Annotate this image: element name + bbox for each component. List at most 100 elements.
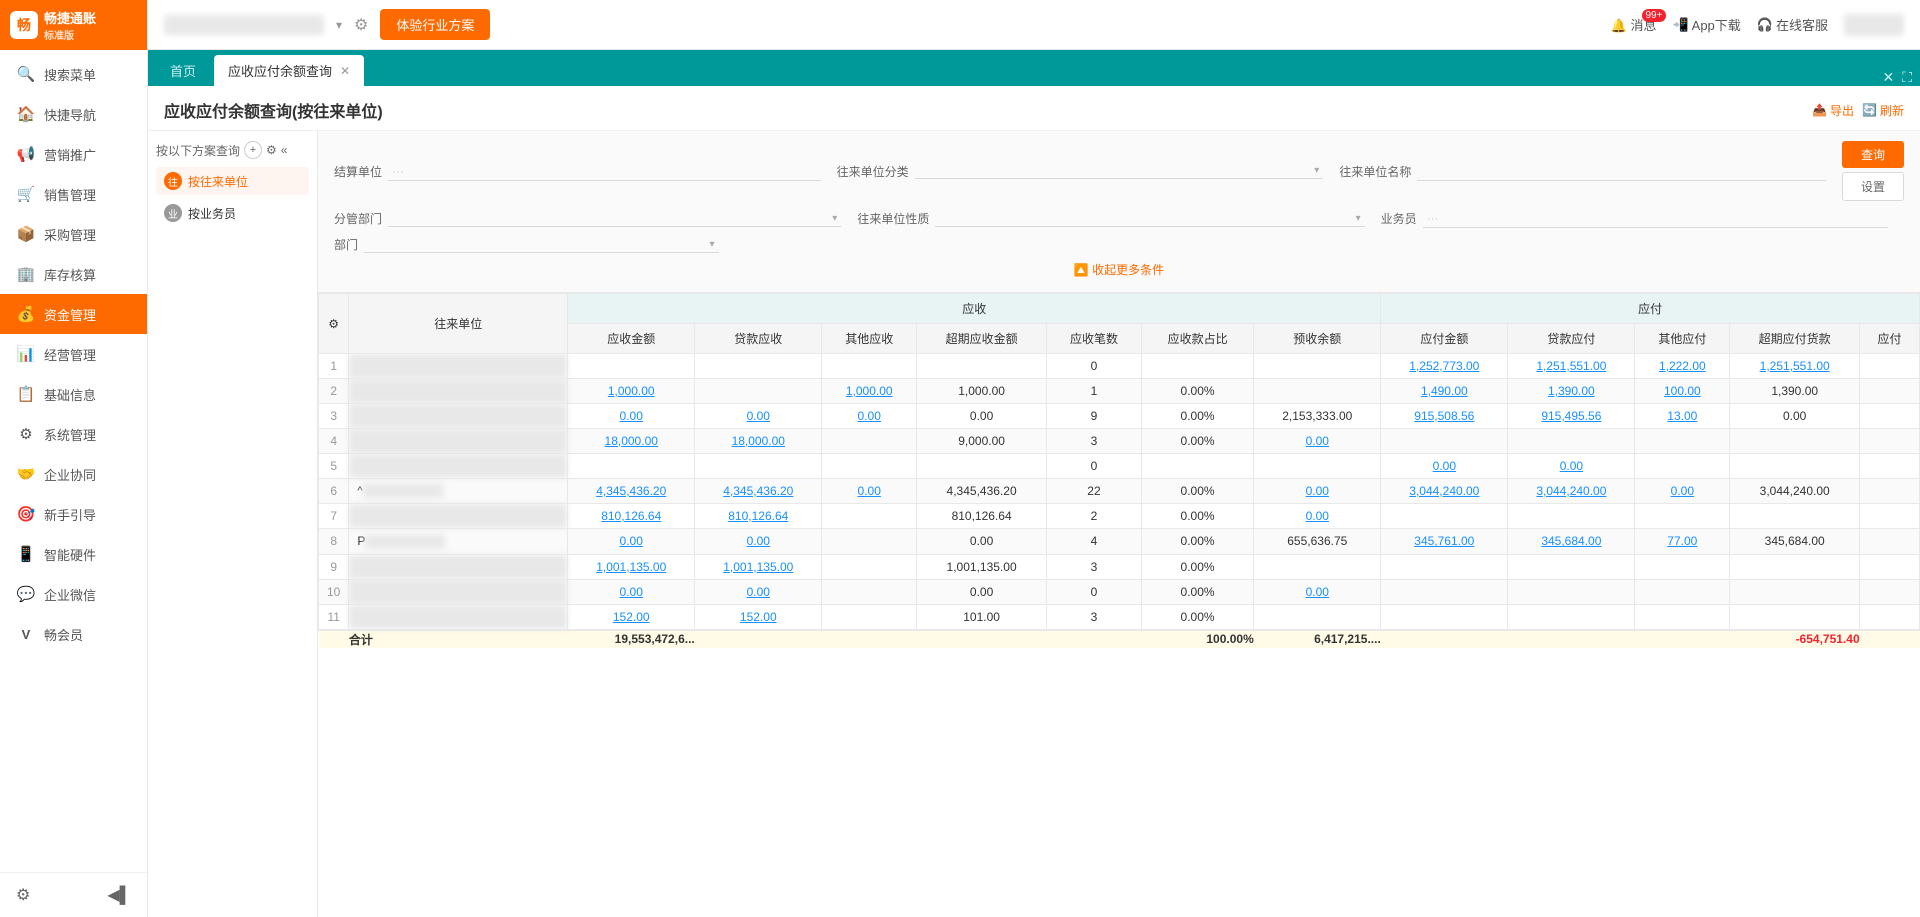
table-row: 8 P 0.00 0.00 0.00 4 0.00% 655,636.75 xyxy=(319,529,1920,555)
sidebar-item-search-menu[interactable]: 🔍 搜索菜单 xyxy=(0,54,147,94)
settings-button[interactable]: 设置 xyxy=(1842,172,1904,201)
th-ar-ratio: 应收款占比 xyxy=(1141,324,1253,354)
collapse-more-btn[interactable]: 🔼 收起更多条件 xyxy=(334,257,1904,282)
sidebar-item-enterprise[interactable]: 🤝 企业协同 xyxy=(0,454,147,494)
footer-ar-prepay: 6,417,215.... xyxy=(1254,630,1381,648)
data-table: ⚙ 往来单位 应收 应付 应收金额 贷款应收 其他应收 xyxy=(318,293,1920,648)
export-button[interactable]: 📤 导出 xyxy=(1812,102,1854,119)
th-receivable-group: 应收 xyxy=(568,294,1381,324)
action-buttons: 查询 设置 xyxy=(1842,141,1904,201)
page-content: 应收应付余额查询(按往来单位) 📤 导出 🔄 刷新 xyxy=(148,86,1920,917)
filter-dept: 分管部门 ▾ xyxy=(334,210,841,227)
sidebar-item-smart-hw[interactable]: 📱 智能硬件 xyxy=(0,534,147,574)
message-icon: 🔔 xyxy=(1611,18,1627,33)
logo-icon: 畅 xyxy=(10,11,38,39)
maximize-icon[interactable]: ⛶ xyxy=(1902,69,1912,86)
partner-name-input[interactable] xyxy=(1417,162,1826,181)
sidebar-nav: 🔍 搜索菜单 🏠 快捷导航 📢 营销推广 🛒 销售管理 📦 采购管理 🏢 xyxy=(0,50,147,872)
settings-icon[interactable]: ⚙ xyxy=(354,15,368,35)
th-ap-amount: 应付金额 xyxy=(1381,324,1508,354)
table-settings-icon[interactable]: ⚙ xyxy=(328,317,339,331)
close-window-icon[interactable]: ✕ xyxy=(1882,69,1894,86)
sidebar-item-marketing[interactable]: 📢 营销推广 xyxy=(0,134,147,174)
system-icon: ⚙ xyxy=(16,424,36,444)
sidebar-item-member[interactable]: V 畅会员 xyxy=(0,614,147,654)
sales-icon: 🛒 xyxy=(16,184,36,204)
th-ar-overdue: 超期应收金额 xyxy=(917,324,1047,354)
home-icon: 🏠 xyxy=(16,104,36,124)
app-download-area[interactable]: 📲 App下载 xyxy=(1672,15,1740,34)
filter-sub-dept: 部门 ▾ xyxy=(334,236,719,253)
collapse-scheme-icon[interactable]: « xyxy=(281,143,288,157)
table-row: 6 ^ 4,345,436.20 4,345,436.20 0.00 4,345… xyxy=(319,479,1920,504)
scheme-by-partner[interactable]: 往 按往来单位 xyxy=(156,167,309,195)
wechat-icon: 💬 xyxy=(16,584,36,604)
table-row: 4 18,000.00 18,000.00 9,000.00 3 0.00% 0… xyxy=(319,429,1920,454)
th-ap-other: 其他应付 xyxy=(1635,324,1730,354)
guide-icon: 🎯 xyxy=(16,504,36,524)
page-title: 应收应付余额查询(按往来单位) xyxy=(164,98,383,122)
avatar[interactable] xyxy=(1844,14,1904,36)
filter-partner-name: 往来单位名称 xyxy=(1339,162,1826,181)
notification-area[interactable]: 🔔 消息 99+ xyxy=(1611,15,1657,34)
operation-icon: 📊 xyxy=(16,344,36,364)
tab-close-icon[interactable]: ✕ xyxy=(340,64,350,78)
online-service-area[interactable]: 🎧 在线客服 xyxy=(1757,15,1828,34)
sidebar-item-system[interactable]: ⚙ 系统管理 xyxy=(0,414,147,454)
finance-icon: 💰 xyxy=(16,304,36,324)
sidebar-item-finance[interactable]: 💰 资金管理 xyxy=(0,294,147,334)
sidebar-item-purchase[interactable]: 📦 采购管理 xyxy=(0,214,147,254)
dept-select[interactable]: ▾ xyxy=(388,211,841,227)
sidebar-item-quick-nav[interactable]: 🏠 快捷导航 xyxy=(0,94,147,134)
sidebar-item-basic-info[interactable]: 📋 基础信息 xyxy=(0,374,147,414)
table-row: 10 0.00 0.00 0.00 0 0.00% 0.00 xyxy=(319,579,1920,604)
partner-nature-select[interactable]: ▾ xyxy=(935,211,1364,227)
footer-ap-overdue: -654,751.40 xyxy=(1730,630,1860,648)
add-scheme-btn[interactable]: + xyxy=(244,141,262,159)
breadcrumb xyxy=(164,15,324,35)
top-bar: ▾ ⚙ 体验行业方案 🔔 消息 99+ 📲 App下载 🎧 在线客服 xyxy=(148,0,1920,50)
sidebar-item-inventory[interactable]: 🏢 库存核算 xyxy=(0,254,147,294)
tab-home[interactable]: 首页 xyxy=(156,55,210,86)
th-ap-extra: 应付 xyxy=(1860,324,1920,354)
filter-partner-nature: 往来单位性质 ▾ xyxy=(857,210,1364,227)
table-row: 11 152.00 152.00 101.00 3 0.00% xyxy=(319,604,1920,630)
th-settings[interactable]: ⚙ xyxy=(319,294,349,354)
notification-badge: 99+ xyxy=(1642,9,1667,22)
member-icon: V xyxy=(16,624,36,644)
scheme-label: 按以下方案查询 + ⚙ « xyxy=(156,141,309,159)
collapse-sidebar-icon[interactable]: ◀▌ xyxy=(107,885,131,905)
sub-dept-select[interactable]: ▾ xyxy=(364,237,718,253)
sidebar-item-wechat[interactable]: 💬 企业微信 xyxy=(0,574,147,614)
smart-hw-icon: 📱 xyxy=(16,544,36,564)
footer-ar-ratio: 100.00% xyxy=(1141,630,1253,648)
scheme-panel: 按以下方案查询 + ⚙ « 往 按往来单位 业 按业务员 xyxy=(148,131,318,917)
footer-label: 合计 xyxy=(349,630,568,648)
settings-footer-icon[interactable]: ⚙ xyxy=(16,885,30,905)
table-row: 7 810,126.64 810,126.64 810,126.64 2 0.0… xyxy=(319,504,1920,529)
settings-scheme-icon[interactable]: ⚙ xyxy=(266,143,277,157)
sidebar-item-guide[interactable]: 🎯 新手引导 xyxy=(0,494,147,534)
sidebar-item-sales[interactable]: 🛒 销售管理 xyxy=(0,174,147,214)
th-ar-amount: 应收金额 xyxy=(568,324,695,354)
service-icon: 🎧 xyxy=(1757,17,1773,33)
query-button[interactable]: 查询 xyxy=(1842,141,1904,168)
refresh-button[interactable]: 🔄 刷新 xyxy=(1862,102,1904,119)
table-container: ⚙ 往来单位 应收 应付 应收金额 贷款应收 其他应收 xyxy=(318,293,1920,917)
th-ap-overdue: 超期应付货款 xyxy=(1730,324,1860,354)
export-icon: 📤 xyxy=(1812,103,1827,117)
th-payable-group: 应付 xyxy=(1381,294,1920,324)
settlement-unit-input[interactable]: ··· xyxy=(388,162,821,181)
partner-type-select[interactable]: ▾ xyxy=(915,163,1324,179)
scheme-icon-partner: 往 xyxy=(164,172,182,190)
salesman-input[interactable]: ··· xyxy=(1423,209,1888,228)
th-ar-prepay: 预收余额 xyxy=(1254,324,1381,354)
tab-query[interactable]: 应收应付余额查询 ✕ xyxy=(214,55,364,86)
purchase-icon: 📦 xyxy=(16,224,36,244)
solution-button[interactable]: 体验行业方案 xyxy=(380,9,490,40)
marketing-icon: 📢 xyxy=(16,144,36,164)
scheme-by-salesman[interactable]: 业 按业务员 xyxy=(156,199,309,227)
sidebar-item-operation[interactable]: 📊 经营管理 xyxy=(0,334,147,374)
basic-info-icon: 📋 xyxy=(16,384,36,404)
dropdown-icon[interactable]: ▾ xyxy=(336,18,342,32)
